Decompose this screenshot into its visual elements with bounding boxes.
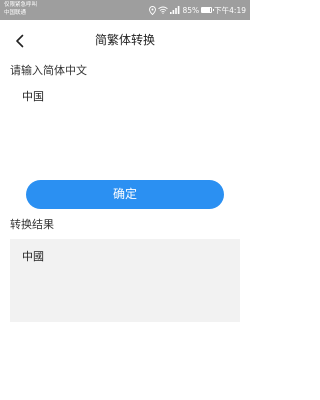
- carrier-line-operator: 中国联通: [4, 10, 27, 16]
- status-time: 下午4:19: [214, 5, 246, 15]
- app-header: 简繁体转换: [0, 20, 250, 62]
- signal-icon: [170, 6, 180, 14]
- location-icon: [149, 5, 157, 15]
- page-title: 简繁体转换: [94, 33, 155, 47]
- battery-level: [202, 8, 210, 12]
- confirm-button[interactable]: 确定: [26, 180, 224, 209]
- result-label: 转换结果: [10, 218, 54, 231]
- status-icons: 85% 下午4:19: [149, 4, 246, 16]
- result-text: 中國: [22, 250, 44, 263]
- battery-icon: [201, 7, 215, 13]
- battery-percent: 85%: [182, 5, 200, 15]
- input-label: 请输入简体中文: [10, 64, 87, 77]
- simplified-chinese-input[interactable]: 中国: [10, 84, 240, 168]
- status-bar: 仅限紧急呼叫 中国联通 85% 下午4:19: [0, 0, 250, 20]
- carrier-line-emergency: 仅限紧急呼叫: [4, 2, 38, 8]
- carrier-info: 仅限紧急呼叫 中国联通: [4, 1, 37, 17]
- result-box: 中國: [10, 239, 240, 322]
- wifi-icon: [158, 6, 169, 14]
